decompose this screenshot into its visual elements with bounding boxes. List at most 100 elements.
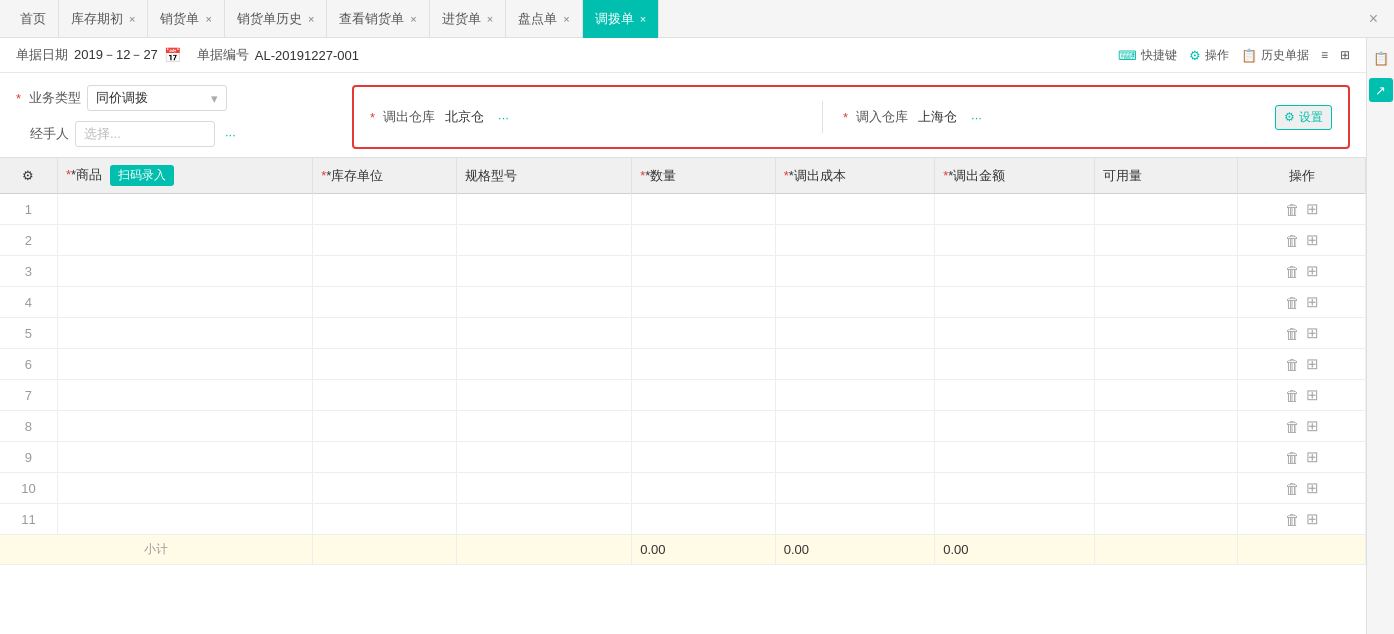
row-unit[interactable]	[313, 256, 457, 287]
delete-icon[interactable]: 🗑	[1285, 325, 1300, 342]
row-qty[interactable]	[632, 473, 776, 504]
row-avail[interactable]	[1094, 318, 1238, 349]
tab-close-transfer[interactable]: ×	[640, 13, 646, 25]
tab-close-sales-order[interactable]: ×	[205, 13, 211, 25]
tab-sales-order[interactable]: 销货单 ×	[148, 0, 224, 38]
row-spec[interactable]	[456, 442, 631, 473]
copy-icon[interactable]: ⊞	[1306, 417, 1319, 435]
row-qty[interactable]	[632, 349, 776, 380]
row-unit[interactable]	[313, 287, 457, 318]
row-cost[interactable]	[775, 504, 935, 535]
row-cost[interactable]	[775, 380, 935, 411]
row-spec[interactable]	[456, 349, 631, 380]
row-spec[interactable]	[456, 380, 631, 411]
delete-icon[interactable]: 🗑	[1285, 480, 1300, 497]
tab-close-inventory-init[interactable]: ×	[129, 13, 135, 25]
row-goods[interactable]	[57, 287, 312, 318]
copy-icon[interactable]: ⊞	[1306, 479, 1319, 497]
layout-list-button[interactable]: ≡	[1321, 48, 1328, 62]
row-avail[interactable]	[1094, 442, 1238, 473]
shortcut-button[interactable]: ⌨ 快捷键	[1118, 47, 1177, 64]
row-avail[interactable]	[1094, 411, 1238, 442]
row-avail[interactable]	[1094, 349, 1238, 380]
row-goods[interactable]	[57, 225, 312, 256]
row-amount[interactable]	[935, 473, 1095, 504]
copy-icon[interactable]: ⊞	[1306, 386, 1319, 404]
row-qty[interactable]	[632, 411, 776, 442]
delete-icon[interactable]: 🗑	[1285, 418, 1300, 435]
row-amount[interactable]	[935, 194, 1095, 225]
row-amount[interactable]	[935, 442, 1095, 473]
row-qty[interactable]	[632, 442, 776, 473]
row-cost[interactable]	[775, 442, 935, 473]
copy-icon[interactable]: ⊞	[1306, 231, 1319, 249]
row-avail[interactable]	[1094, 473, 1238, 504]
settings-button[interactable]: ⚙ 设置	[1275, 105, 1332, 130]
tab-home[interactable]: 首页	[8, 0, 59, 38]
handler-select[interactable]: 选择...	[75, 121, 215, 147]
row-unit[interactable]	[313, 194, 457, 225]
delete-icon[interactable]: 🗑	[1285, 387, 1300, 404]
col-settings-header[interactable]: ⚙	[0, 158, 57, 194]
delete-icon[interactable]: 🗑	[1285, 511, 1300, 528]
warehouse-in-more-icon[interactable]: ···	[971, 110, 982, 125]
row-spec[interactable]	[456, 318, 631, 349]
row-amount[interactable]	[935, 318, 1095, 349]
delete-icon[interactable]: 🗑	[1285, 356, 1300, 373]
handler-more-icon[interactable]: ···	[225, 127, 236, 142]
row-amount[interactable]	[935, 349, 1095, 380]
row-cost[interactable]	[775, 473, 935, 504]
row-amount[interactable]	[935, 287, 1095, 318]
row-qty[interactable]	[632, 318, 776, 349]
row-cost[interactable]	[775, 349, 935, 380]
row-goods[interactable]	[57, 349, 312, 380]
row-amount[interactable]	[935, 256, 1095, 287]
row-qty[interactable]	[632, 380, 776, 411]
row-avail[interactable]	[1094, 380, 1238, 411]
row-qty[interactable]	[632, 287, 776, 318]
row-spec[interactable]	[456, 225, 631, 256]
tab-close-purchase-order[interactable]: ×	[487, 13, 493, 25]
copy-icon[interactable]: ⊞	[1306, 262, 1319, 280]
tab-transfer[interactable]: 调拨单 ×	[583, 0, 659, 38]
row-goods[interactable]	[57, 380, 312, 411]
tab-inventory-init[interactable]: 库存期初 ×	[59, 0, 148, 38]
row-amount[interactable]	[935, 411, 1095, 442]
history-button[interactable]: 📋 历史单据	[1241, 47, 1309, 64]
row-unit[interactable]	[313, 442, 457, 473]
row-cost[interactable]	[775, 225, 935, 256]
tab-close-stocktake[interactable]: ×	[563, 13, 569, 25]
row-qty[interactable]	[632, 225, 776, 256]
row-cost[interactable]	[775, 256, 935, 287]
row-goods[interactable]	[57, 442, 312, 473]
row-cost[interactable]	[775, 411, 935, 442]
row-goods[interactable]	[57, 473, 312, 504]
row-goods[interactable]	[57, 318, 312, 349]
copy-icon[interactable]: ⊞	[1306, 355, 1319, 373]
row-spec[interactable]	[456, 256, 631, 287]
business-type-select[interactable]: 同价调拨 ▾	[87, 85, 227, 111]
row-spec[interactable]	[456, 473, 631, 504]
tab-close-sales-history[interactable]: ×	[308, 13, 314, 25]
window-close-button[interactable]: ×	[1361, 10, 1386, 28]
row-unit[interactable]	[313, 473, 457, 504]
row-avail[interactable]	[1094, 256, 1238, 287]
row-spec[interactable]	[456, 411, 631, 442]
row-qty[interactable]	[632, 194, 776, 225]
copy-icon[interactable]: ⊞	[1306, 448, 1319, 466]
sidebar-export-button[interactable]: ↗	[1369, 78, 1393, 102]
row-unit[interactable]	[313, 380, 457, 411]
row-spec[interactable]	[456, 194, 631, 225]
copy-icon[interactable]: ⊞	[1306, 510, 1319, 528]
layout-grid-button[interactable]: ⊞	[1340, 48, 1350, 62]
delete-icon[interactable]: 🗑	[1285, 449, 1300, 466]
operation-button[interactable]: ⚙ 操作	[1189, 47, 1229, 64]
row-unit[interactable]	[313, 318, 457, 349]
delete-icon[interactable]: 🗑	[1285, 263, 1300, 280]
row-cost[interactable]	[775, 194, 935, 225]
row-goods[interactable]	[57, 256, 312, 287]
row-goods[interactable]	[57, 194, 312, 225]
delete-icon[interactable]: 🗑	[1285, 232, 1300, 249]
row-cost[interactable]	[775, 287, 935, 318]
tab-view-sales[interactable]: 查看销货单 ×	[327, 0, 429, 38]
